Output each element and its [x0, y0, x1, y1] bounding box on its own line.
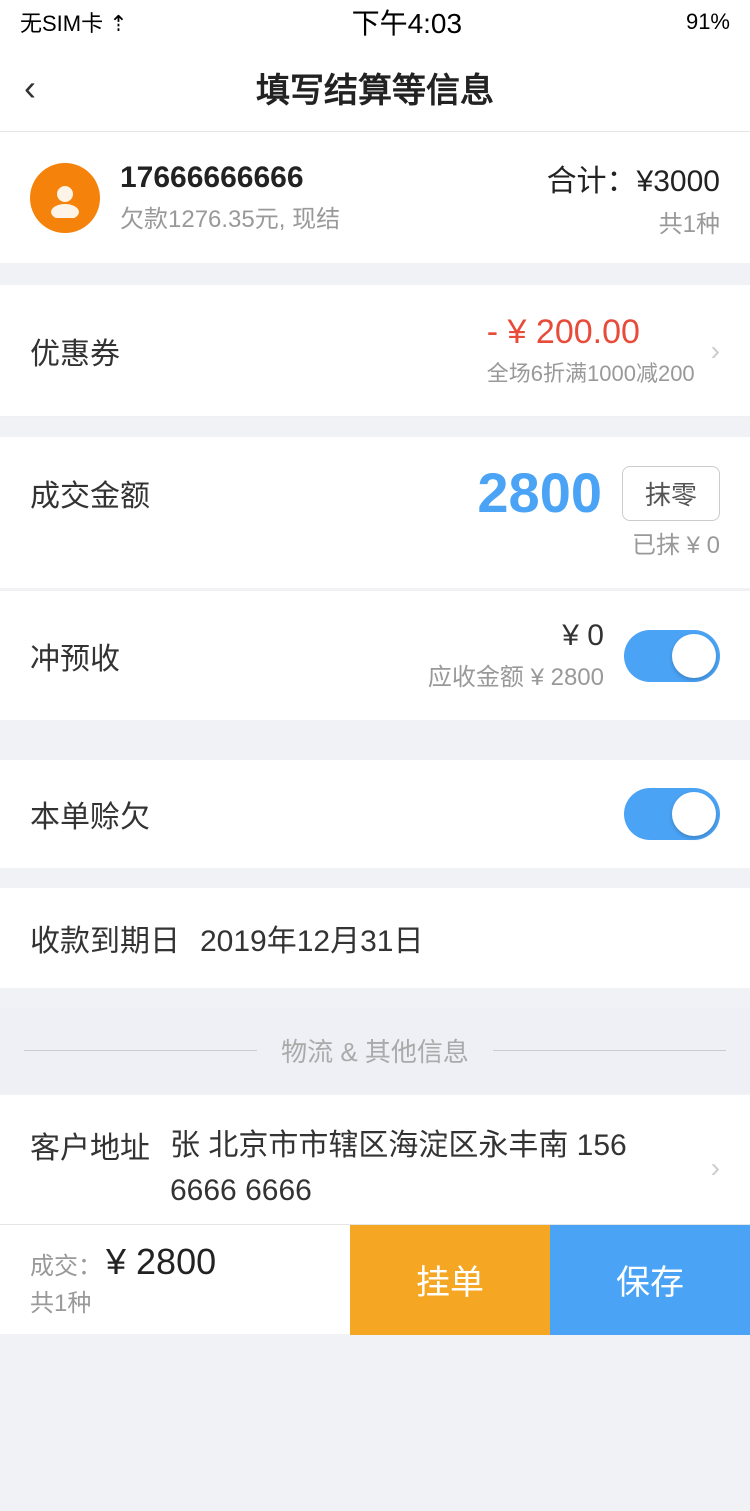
footer-amount-row: 成交： ¥ 2800	[30, 1241, 320, 1283]
footer-trans-label: 成交：	[30, 1246, 102, 1281]
coupon-row[interactable]: 优惠券 - ¥ 200.00 全场6折满1000减200 ›	[0, 285, 750, 417]
divider-line-left	[24, 1050, 257, 1051]
battery-level: 91%	[686, 9, 730, 35]
customer-phone: 17666666666	[120, 161, 340, 195]
address-label: 客户地址	[30, 1123, 150, 1167]
customer-card: 17666666666 欠款1276.35元, 现结 合计：¥3000 共1种	[0, 132, 750, 263]
amount-value: 2800	[477, 465, 602, 521]
amount-label: 成交金额	[30, 471, 150, 515]
status-time: 下午4:03	[352, 2, 463, 42]
customer-total: 合计：¥3000	[547, 156, 720, 200]
hang-button[interactable]: 挂单	[350, 1225, 550, 1335]
divider-3	[0, 720, 750, 740]
footer: 成交： ¥ 2800 共1种 挂单 保存	[0, 1224, 750, 1334]
due-date-value: 2019年12月31日	[200, 916, 423, 960]
due-date-label: 收款到期日	[30, 916, 180, 960]
customer-debt: 欠款1276.35元, 现结	[120, 199, 340, 234]
chevron-right-icon: ›	[711, 335, 720, 367]
sim-status: 无SIM卡 ⇡	[20, 6, 128, 38]
amount-sub: 已抹 ¥ 0	[632, 532, 720, 559]
logistics-text: 物流 & 其他信息	[281, 1032, 469, 1069]
coupon-desc: 全场6折满1000减200	[487, 356, 695, 388]
address-section[interactable]: 客户地址 张 北京市市辖区海淀区永丰南 156 6666 6666 ›	[0, 1095, 750, 1241]
arrears-label: 本单赊欠	[30, 792, 150, 836]
divider-line-right	[493, 1050, 726, 1051]
footer-info: 成交： ¥ 2800 共1种	[0, 1241, 350, 1318]
arrears-section: 本单赊欠	[0, 760, 750, 868]
customer-info: 17666666666 欠款1276.35元, 现结	[120, 161, 340, 234]
amount-section: 成交金额 2800 抹零 已抹 ¥ 0	[0, 437, 750, 588]
page-title: 填写结算等信息	[256, 63, 494, 112]
back-button[interactable]: ‹	[24, 67, 36, 109]
avatar	[30, 163, 100, 233]
toggle-knob	[672, 634, 716, 678]
round-button[interactable]: 抹零	[622, 466, 720, 521]
nav-bar: ‹ 填写结算等信息	[0, 44, 750, 132]
prepayment-info: ¥ 0 应收金额 ¥ 2800	[428, 619, 604, 692]
address-value: 张 北京市市辖区海淀区永丰南 156 6666 6666	[170, 1123, 701, 1213]
coupon-info: - ¥ 200.00 全场6折满1000减200	[487, 313, 695, 388]
customer-left: 17666666666 欠款1276.35元, 现结	[30, 161, 340, 234]
coupon-amount: - ¥ 200.00	[487, 313, 695, 352]
arrears-toggle[interactable]	[624, 788, 720, 840]
customer-right: 合计：¥3000 共1种	[547, 156, 720, 239]
coupon-label: 优惠券	[30, 329, 120, 373]
status-left: 无SIM卡 ⇡	[20, 6, 128, 38]
prepayment-sub: 应收金额 ¥ 2800	[428, 657, 604, 692]
coupon-right: - ¥ 200.00 全场6折满1000减200 ›	[487, 313, 720, 388]
save-button[interactable]: 保存	[550, 1225, 750, 1335]
divider-1	[0, 265, 750, 285]
prepayment-amount: ¥ 0	[562, 619, 604, 653]
address-chevron-icon: ›	[711, 1152, 720, 1184]
status-right: 91%	[686, 9, 730, 35]
arrears-toggle-knob	[672, 792, 716, 836]
amount-row: 成交金额 2800 抹零	[30, 465, 720, 521]
due-date-section: 收款到期日 2019年12月31日	[0, 888, 750, 988]
prepayment-label: 冲预收	[30, 634, 120, 678]
footer-count: 共1种	[30, 1283, 320, 1318]
footer-amount: ¥ 2800	[106, 1241, 216, 1283]
prepayment-row: 冲预收 ¥ 0 应收金额 ¥ 2800	[0, 590, 750, 720]
divider-2	[0, 417, 750, 437]
prepayment-toggle[interactable]	[624, 630, 720, 682]
logistics-divider: 物流 & 其他信息	[0, 1008, 750, 1093]
amount-right: 2800 抹零	[477, 465, 720, 521]
status-bar: 无SIM卡 ⇡ 下午4:03 91%	[0, 0, 750, 44]
customer-count: 共1种	[547, 204, 720, 239]
